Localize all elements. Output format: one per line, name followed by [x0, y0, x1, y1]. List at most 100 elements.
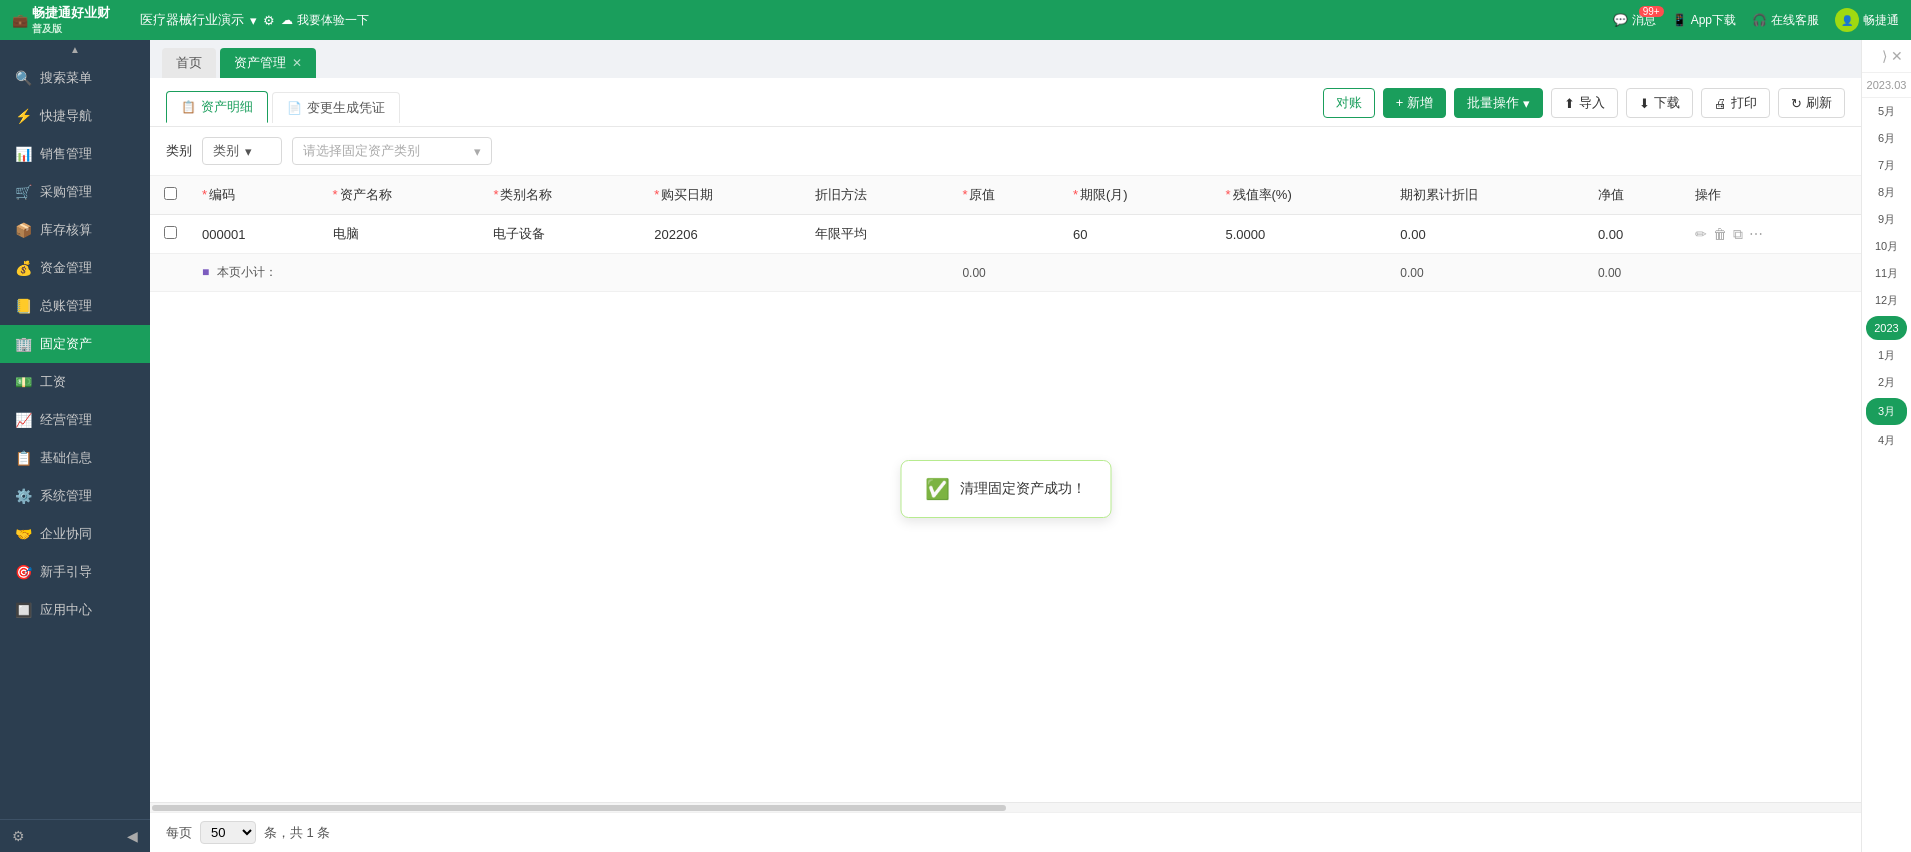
sidebar-item-guide[interactable]: 🎯 新手引导 [0, 553, 150, 591]
tab-close-icon[interactable]: ✕ [292, 56, 302, 70]
per-page-select[interactable]: 50 100 [200, 821, 256, 844]
sidebar-item-purchase[interactable]: 🛒 采购管理 [0, 173, 150, 211]
headset-icon: 🎧 [1752, 13, 1767, 27]
more-icon[interactable]: ⋯ [1749, 226, 1763, 242]
cell-code: 000001 [190, 215, 321, 254]
sidebar-item-business[interactable]: 📈 经营管理 [0, 401, 150, 439]
month-10[interactable]: 10月 [1862, 233, 1911, 260]
year-month-list: 5月 6月 7月 8月 9月 10月 11月 12月 2023 1月 2月 3月… [1862, 98, 1911, 454]
table-header-row: *编码 *资产名称 *类别名称 *购买日期 折旧方法 *原值 *期限(月) *残… [150, 176, 1861, 215]
row-checkbox[interactable] [164, 226, 177, 239]
row-checkbox-cell [150, 215, 190, 254]
sidebar-item-ledger[interactable]: 📒 总账管理 [0, 287, 150, 325]
sidebar-scroll-up[interactable]: ▲ [0, 40, 150, 59]
month-6[interactable]: 6月 [1862, 125, 1911, 152]
sidebar-label-system: 系统管理 [40, 487, 92, 505]
sidebar-settings-icon[interactable]: ⚙ [12, 828, 25, 844]
cell-actions: ✏ 🗑 ⧉ ⋯ [1683, 215, 1861, 254]
sub-tab-change-voucher[interactable]: 📄 变更生成凭证 [272, 92, 400, 123]
sub-tab-asset-detail[interactable]: 📋 资产明细 [166, 91, 268, 123]
reconcile-button[interactable]: 对账 [1323, 88, 1375, 118]
year-2023-label[interactable]: 2023 [1866, 316, 1907, 340]
sidebar-item-payroll[interactable]: 💵 工资 [0, 363, 150, 401]
sidebar-collapse-icon[interactable]: ◀ [127, 828, 138, 844]
cell-initial-dep: 0.00 [1388, 215, 1586, 254]
pagination-bar: 每页 50 100 条，共 1 条 [150, 812, 1861, 852]
sidebar-item-finance[interactable]: 💰 资金管理 [0, 249, 150, 287]
cell-category: 电子设备 [481, 215, 642, 254]
sidebar-item-sales[interactable]: 📊 销售管理 [0, 135, 150, 173]
sidebar-item-search[interactable]: 🔍 搜索菜单 [0, 59, 150, 97]
category-type-select[interactable]: 请选择固定资产类别 ▾ [292, 137, 492, 165]
sidebar-item-system[interactable]: ⚙️ 系统管理 [0, 477, 150, 515]
app-download-btn[interactable]: 📱 App下载 [1672, 12, 1736, 29]
settings-icon[interactable]: ⚙ [263, 13, 275, 28]
total-count: 条，共 1 条 [264, 824, 330, 842]
month-1[interactable]: 1月 [1862, 342, 1911, 369]
batch-button[interactable]: 批量操作 ▾ [1454, 88, 1543, 118]
sidebar-label-business: 经营管理 [40, 411, 92, 429]
tab-asset-management[interactable]: 资产管理 ✕ [220, 48, 316, 78]
right-panel-close-icon[interactable]: ✕ [1891, 48, 1903, 64]
refresh-button[interactable]: ↻ 刷新 [1778, 88, 1845, 118]
month-4[interactable]: 4月 [1862, 427, 1911, 454]
sidebar-item-collab[interactable]: 🤝 企业协同 [0, 515, 150, 553]
asset-detail-icon: 📋 [181, 100, 196, 114]
tab-home[interactable]: 首页 [162, 48, 216, 78]
sidebar-item-basic-info[interactable]: 📋 基础信息 [0, 439, 150, 477]
month-8[interactable]: 8月 [1862, 179, 1911, 206]
select-all-checkbox[interactable] [164, 187, 177, 200]
sidebar-item-apps[interactable]: 🔲 应用中心 [0, 591, 150, 629]
month-11[interactable]: 11月 [1862, 260, 1911, 287]
month-12[interactable]: 12月 [1862, 287, 1911, 314]
messages-btn[interactable]: 💬 消息 99+ [1613, 12, 1656, 29]
month-3-active[interactable]: 3月 [1866, 398, 1907, 425]
edit-icon[interactable]: ✏ [1695, 226, 1707, 242]
export-button[interactable]: ⬆ 导入 [1551, 88, 1618, 118]
download-icon: ⬇ [1639, 96, 1650, 111]
scroll-thumb [152, 805, 1006, 811]
new-button[interactable]: + 新增 [1383, 88, 1446, 118]
col-purchase-date: *购买日期 [642, 176, 803, 215]
month-7[interactable]: 7月 [1862, 152, 1911, 179]
horizontal-scrollbar[interactable] [150, 802, 1861, 812]
toast-text: 清理固定资产成功！ [960, 480, 1086, 498]
logo: 💼 畅捷通好业财 普及版 [12, 4, 110, 36]
col-dep-method: 折旧方法 [803, 176, 950, 215]
copy-icon[interactable]: ⧉ [1733, 226, 1743, 243]
delete-icon[interactable]: 🗑 [1713, 226, 1727, 242]
sidebar-item-fixed-assets[interactable]: 🏢 固定资产 [0, 325, 150, 363]
subtotal-original-value: 0.00 [950, 254, 1061, 292]
purchase-icon: 🛒 [14, 184, 32, 200]
user-profile-btn[interactable]: 👤 畅捷通 [1835, 8, 1899, 32]
change-voucher-icon: 📄 [287, 101, 302, 115]
cell-original-value [950, 215, 1061, 254]
sidebar-label-purchase: 采购管理 [40, 183, 92, 201]
table-container: *编码 *资产名称 *类别名称 *购买日期 折旧方法 *原值 *期限(月) *残… [150, 176, 1861, 802]
company-dropdown-icon[interactable]: ▾ [250, 13, 257, 28]
payroll-icon: 💵 [14, 374, 32, 390]
table-row: 000001 电脑 电子设备 202206 年限平均 60 5.0000 0.0… [150, 215, 1861, 254]
cell-name: 电脑 [321, 215, 482, 254]
sidebar: ▲ 🔍 搜索菜单 ⚡ 快捷导航 📊 销售管理 🛒 采购管理 📦 库存核算 💰 资… [0, 40, 150, 852]
category-select-arrow: ▾ [245, 144, 252, 159]
online-service-btn[interactable]: 🎧 在线客服 [1752, 12, 1819, 29]
main-layout: ▲ 🔍 搜索菜单 ⚡ 快捷导航 📊 销售管理 🛒 采购管理 📦 库存核算 💰 资… [0, 40, 1911, 852]
sidebar-item-quicknav[interactable]: ⚡ 快捷导航 [0, 97, 150, 135]
sidebar-item-inventory[interactable]: 📦 库存核算 [0, 211, 150, 249]
print-button[interactable]: 🖨 打印 [1701, 88, 1770, 118]
subtotal-initial-dep: 0.00 [1388, 254, 1586, 292]
right-panel-expand-icon[interactable]: ⟩ [1882, 48, 1887, 64]
page-content: 📋 资产明细 📄 变更生成凭证 对账 + 新增 批量操作 ▾ ⬆ [150, 78, 1861, 852]
sidebar-label-inventory: 库存核算 [40, 221, 92, 239]
month-9[interactable]: 9月 [1862, 206, 1911, 233]
category-select-value: 类别 [213, 142, 239, 160]
business-icon: 📈 [14, 412, 32, 428]
category-select[interactable]: 类别 ▾ [202, 137, 282, 165]
month-2[interactable]: 2月 [1862, 369, 1911, 396]
month-5[interactable]: 5月 [1862, 98, 1911, 125]
download-button[interactable]: ⬇ 下载 [1626, 88, 1693, 118]
experience-btn[interactable]: ☁ 我要体验一下 [281, 12, 369, 29]
sidebar-label-ledger: 总账管理 [40, 297, 92, 315]
subtotal-label: 本页小计： [217, 265, 277, 279]
